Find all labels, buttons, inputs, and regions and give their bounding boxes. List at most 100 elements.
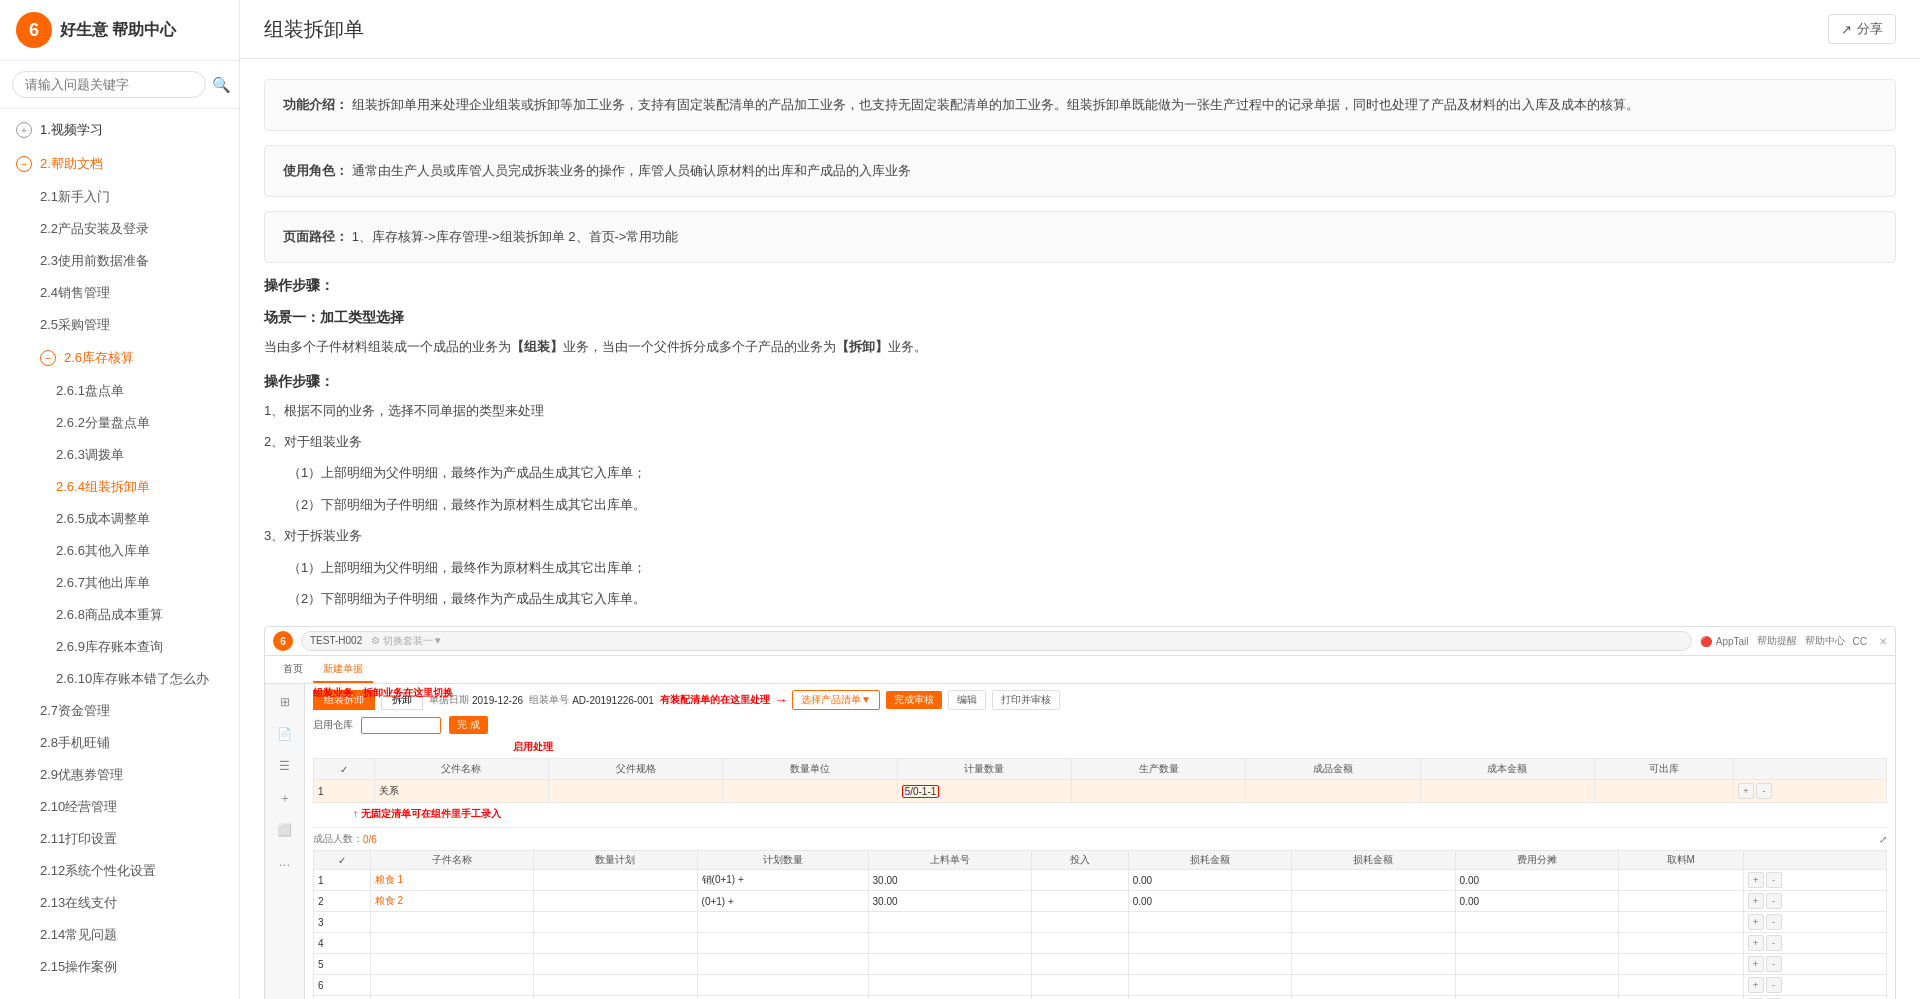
sidebar-item-docs-label: 2.帮助文档 (40, 155, 103, 173)
page-title: 组装拆卸单 (264, 16, 364, 43)
sidebar-item-2-15[interactable]: 2.15操作案例 (0, 951, 239, 983)
ss-arrow-right: → (774, 692, 788, 708)
sidebar-item-2-6-7[interactable]: 2.6.7其他出库单 (0, 567, 239, 599)
sidebar-item-2-6-4[interactable]: 2.6.4组装拆卸单 (0, 471, 239, 503)
step3-1: （1）上部明细为父件明细，最终作为原材料生成其它出库单； (264, 556, 1896, 579)
ss-cell-spec (548, 780, 722, 803)
ss-annotation-manual-text: ↑ 无固定清单可在组件里手工录入 (353, 808, 501, 819)
sidebar-item-2-1[interactable]: 2.1新手入门 (0, 181, 239, 213)
path-label: 页面路径： (283, 229, 348, 244)
sidebar-item-2-11[interactable]: 2.11打印设置 (0, 823, 239, 855)
sidebar-item-2-6-1[interactable]: 2.6.1盘点单 (0, 375, 239, 407)
ss-complete-review-btn[interactable]: 完成审核 (886, 691, 942, 709)
ss-upper-table: ✓ 父件名称 父件规格 数量单位 计量数量 生产数量 成品金额 成本金额 可出库 (313, 758, 1887, 803)
ss-red-bracket-qty: 5/0-1-1 (902, 785, 940, 798)
ss-nav: 首页 新建单据 (265, 656, 1895, 684)
ss-form-area: 组装拆卸 拆卸 单据日期 2019-12-26 组装单号 AD-20191226… (305, 684, 1895, 999)
table-row: 6 +- (314, 975, 1887, 996)
ss-cell-available (1595, 780, 1734, 803)
ss-select-product-list-btn[interactable]: 选择产品清单▼ (792, 690, 880, 710)
sidebar-item-2-10[interactable]: 2.10经营管理 (0, 791, 239, 823)
step2: 2、对于组装业务 (264, 430, 1896, 453)
fake-screenshot: 6 TEST-H002 ⚙ 切换套装一▼ 🔴 AppTail 帮助提醒 帮助中心… (265, 627, 1895, 999)
ss-lower-col-loss2: 损耗金额 (1292, 851, 1455, 870)
feature-intro-text: 组装拆卸单用来处理企业组装或拆卸等加工业务，支持有固定装配清单的产品加工业务，也… (352, 97, 1639, 112)
feature-intro-label: 功能介绍： (283, 97, 348, 112)
ss-close-icon: ✕ (1879, 636, 1887, 647)
ss-cell-qty-val: 5/0-1-1 (897, 780, 1071, 803)
ss-action-del[interactable]: - (1756, 783, 1772, 799)
content-area: 功能介绍： 组装拆卸单用来处理企业组装或拆卸等加工业务，支持有固定装配清单的产品… (240, 59, 1920, 999)
sidebar-item-2-12[interactable]: 2.12系统个性化设置 (0, 855, 239, 887)
collapse-icon: − (16, 156, 32, 172)
ss-col-actions-h (1733, 759, 1886, 780)
sidebar-item-videos[interactable]: + 1.视频学习 (0, 113, 239, 147)
sidebar-item-2-2[interactable]: 2.2产品安装及登录 (0, 213, 239, 245)
sidebar-item-2-6-9[interactable]: 2.6.9库存账本查询 (0, 631, 239, 663)
ss-lower-table: ✓ 子件名称 数量计划 计划数量 上料单号 投入 损耗金额 损耗金额 费用分摊 (313, 850, 1887, 999)
ss-cell-produce (1072, 780, 1246, 803)
ss-edit-btn[interactable]: 编辑 (948, 690, 986, 710)
ss-count-label: 成品人数： (313, 832, 363, 846)
ss-tab-new[interactable]: 新建单据 (313, 656, 373, 683)
search-bar: 🔍 (0, 61, 239, 109)
sidebar: 6 好生意 帮助中心 🔍 + 1.视频学习 − 2.帮助文档 2.1新手入门 2… (0, 0, 240, 999)
sidebar-item-2-3[interactable]: 2.3使用前数据准备 (0, 245, 239, 277)
main-content: 组装拆卸单 ↗ 分享 功能介绍： 组装拆卸单用来处理企业组装或拆卸等加工业务，支… (240, 0, 1920, 999)
ss-top-action-bar: 组装拆卸 拆卸 单据日期 2019-12-26 组装单号 AD-20191226… (313, 690, 1887, 710)
ss-confirm-btn[interactable]: 完 成 (449, 716, 488, 734)
ss-warehouse-row: 启用仓库 完 成 组装业务、拆卸业务在这里切换 (313, 716, 1887, 734)
ss-divider (313, 827, 1887, 828)
ss-lower-col-take: 取料M (1618, 851, 1743, 870)
sidebar-item-2-8[interactable]: 2.8手机旺铺 (0, 727, 239, 759)
logo-icon: 6 (16, 12, 52, 48)
ops-steps-title: 操作步骤： (264, 277, 1896, 295)
ss-lower-col-feed-no: 上料单号 (868, 851, 1031, 870)
path-text: 1、库存核算->库存管理->组装拆卸单 2、首页->常用功能 (352, 229, 679, 244)
ss-annotation-switch: 组装业务、拆卸业务在这里切换 (313, 686, 453, 700)
sidebar-item-2-14[interactable]: 2.14常见问题 (0, 919, 239, 951)
ss-sidebar: ⊞ 📄 ☰ ＋ ⬜ … (265, 684, 305, 999)
sidebar-item-2-6[interactable]: − 2.6库存核算 (0, 341, 239, 375)
ss-cell-cost-amt (1420, 780, 1594, 803)
ss-cell-unit (723, 780, 897, 803)
ss-lower-col-actions-h (1743, 851, 1886, 870)
ss-sidebar-plus-icon: ＋ (271, 784, 299, 812)
ss-addr-bar: TEST-H002 ⚙ 切换套装一▼ (301, 631, 1692, 651)
sidebar-item-2-5[interactable]: 2.5采购管理 (0, 309, 239, 341)
ss-date-val: 2019-12-26 (472, 695, 523, 706)
sidebar-item-2-6-3[interactable]: 2.6.3调拨单 (0, 439, 239, 471)
scene1-desc: 当由多个子件材料组装成一个成品的业务为【组装】业务，当由一个父件拆分成多个子产品… (264, 335, 1896, 358)
sidebar-item-2-6-5[interactable]: 2.6.5成本调整单 (0, 503, 239, 535)
search-button[interactable]: 🔍 (212, 76, 231, 94)
sidebar-item-2-9[interactable]: 2.9优惠券管理 (0, 759, 239, 791)
sidebar-item-docs[interactable]: − 2.帮助文档 (0, 147, 239, 181)
ss-col-unit: 数量单位 (723, 759, 897, 780)
ss-sidebar-more-icon: … (271, 848, 299, 876)
share-button[interactable]: ↗ 分享 (1828, 14, 1896, 44)
app-name: 好生意 帮助中心 (60, 20, 176, 41)
ss-tab-home[interactable]: 首页 (273, 656, 313, 683)
collapse-icon-2-6: − (40, 350, 56, 366)
sidebar-item-2-4[interactable]: 2.4销售管理 (0, 277, 239, 309)
table-row: 3 +- (314, 912, 1887, 933)
sidebar-item-2-6-10[interactable]: 2.6.10库存账本错了怎么办 (0, 663, 239, 695)
ss-col-parent-spec: 父件规格 (548, 759, 722, 780)
sidebar-item-2-7[interactable]: 2.7资金管理 (0, 695, 239, 727)
ops-sub-title: 操作步骤： (264, 373, 1896, 391)
ss-lower-col-check: ✓ (314, 851, 371, 870)
sidebar-item-2-13[interactable]: 2.13在线支付 (0, 887, 239, 919)
ss-cell-check: 1 (314, 780, 375, 803)
ss-lower-col-input: 投入 (1031, 851, 1128, 870)
ss-sidebar-chart-icon: ⬜ (271, 816, 299, 844)
role-label: 使用角色： (283, 163, 348, 178)
ss-warehouse-input[interactable] (361, 717, 441, 734)
ss-print-review-btn[interactable]: 打印并审核 (992, 690, 1060, 710)
sidebar-item-2-6-2[interactable]: 2.6.2分量盘点单 (0, 407, 239, 439)
sidebar-item-2-6-8[interactable]: 2.6.8商品成本重算 (0, 599, 239, 631)
ss-action-add[interactable]: + (1738, 783, 1754, 799)
ss-sidebar-home-icon: ⊞ (271, 688, 299, 716)
ss-col-qty: 计量数量 (897, 759, 1071, 780)
sidebar-item-2-6-6[interactable]: 2.6.6其他入库单 (0, 535, 239, 567)
search-input[interactable] (12, 71, 206, 98)
